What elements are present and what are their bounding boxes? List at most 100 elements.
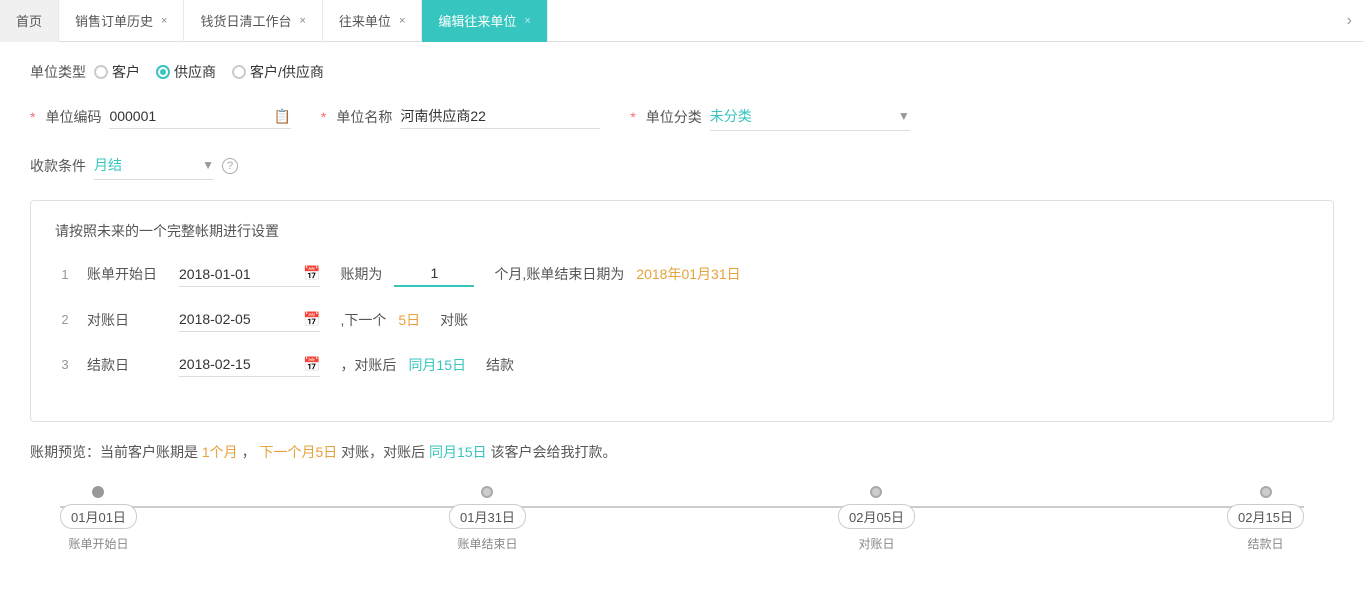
timeline-point-1: 01月01日 账单开始日 — [60, 486, 137, 552]
unit-category-dropdown[interactable]: 未分类 ▼ — [710, 102, 910, 131]
tab-edit-partner[interactable]: 编辑往来单位 × — [422, 0, 547, 42]
radio-supplier[interactable]: 供应商 — [156, 62, 216, 82]
period-desc-1a: 账期为 — [340, 264, 382, 284]
payment-terms-row: 收款条件 月结 ▼ ? — [30, 151, 1334, 180]
unit-code-picker-icon[interactable]: 📋 — [273, 108, 290, 125]
period-date-3-calendar-icon[interactable]: 📅 — [303, 356, 320, 373]
tab-home-label: 首页 — [16, 11, 42, 30]
radio-customer-circle — [94, 65, 108, 79]
unit-code-input-wrap: 📋 — [109, 104, 290, 129]
preview-prefix: 账期预览：当前客户账期是 — [30, 444, 198, 460]
preview-payment: 同月15日 — [429, 444, 487, 460]
timeline-label-3: 02月05日 — [838, 504, 915, 529]
unit-category-label: 单位分类 — [646, 107, 702, 127]
preview-sep1: ， — [242, 444, 256, 460]
period-desc-3b: 结款 — [486, 355, 514, 375]
period-end-date-highlight: 2018年01月31日 — [636, 264, 740, 284]
tab-cash-goods[interactable]: 钱货日清工作台 × — [184, 0, 322, 42]
radio-group: 客户 供应商 客户/供应商 — [94, 62, 324, 82]
period-label-1: 账单开始日 — [87, 264, 167, 284]
payment-terms-arrow-icon: ▼ — [202, 158, 214, 172]
tab-partner-unit[interactable]: 往来单位 × — [323, 0, 422, 42]
period-label-2: 对账日 — [87, 310, 167, 330]
period-desc-1b: 个月,账单结束日期为 — [494, 264, 624, 284]
tabs-bar: 首页 销售订单历史 × 钱货日清工作台 × 往来单位 × 编辑往来单位 × › — [0, 0, 1364, 42]
timeline-dot-2 — [481, 486, 493, 498]
unit-category-value: 未分类 — [710, 106, 894, 126]
period-desc-3a: ，对账后 — [340, 355, 396, 375]
tab-cash-goods-close[interactable]: × — [299, 15, 305, 27]
timeline-label-4: 02月15日 — [1227, 504, 1304, 529]
tab-home[interactable]: 首页 — [0, 0, 59, 42]
main-content: 单位类型 客户 供应商 客户/供应商 * 单位编码 — [0, 42, 1364, 608]
payment-terms-value: 月结 — [94, 155, 198, 175]
period-desc-2b: 对账 — [440, 310, 468, 330]
period-reconcile-day-highlight: 5日 — [398, 310, 420, 330]
period-date-1-calendar-icon[interactable]: 📅 — [303, 265, 320, 282]
period-date-3-wrap: 📅 — [179, 352, 320, 377]
radio-supplier-circle — [156, 65, 170, 79]
payment-terms-label: 收款条件 — [30, 156, 86, 176]
timeline-dot-4 — [1260, 486, 1272, 498]
tab-partner-unit-label: 往来单位 — [339, 11, 391, 30]
tab-cash-goods-label: 钱货日清工作台 — [200, 11, 291, 30]
payment-terms-help-icon[interactable]: ? — [222, 158, 238, 174]
radio-both[interactable]: 客户/供应商 — [232, 62, 324, 82]
period-date-1-wrap: 📅 — [179, 262, 320, 287]
radio-customer-label: 客户 — [112, 62, 140, 82]
preview-sep2: 对账，对账后 — [341, 444, 429, 460]
period-payment-day-highlight: 同月15日 — [408, 355, 466, 375]
timeline-sublabel-1: 账单开始日 — [68, 535, 128, 552]
unit-category-group: * 单位分类 未分类 ▼ — [630, 102, 909, 131]
radio-customer[interactable]: 客户 — [94, 62, 140, 82]
timeline-point-3: 02月05日 对账日 — [838, 486, 915, 552]
unit-code-group: * 单位编码 📋 — [30, 104, 291, 129]
unit-code-input[interactable] — [109, 104, 269, 128]
period-label-3: 结款日 — [87, 355, 167, 375]
period-desc-2a: ,下一个 — [340, 310, 386, 330]
period-setting-box: 请按照未来的一个完整帐期进行设置 1 账单开始日 📅 账期为 个月,账单结束日期… — [30, 200, 1334, 422]
timeline-label-2: 01月31日 — [449, 504, 526, 529]
unit-category-arrow-icon: ▼ — [898, 109, 910, 123]
tab-sales-order-history[interactable]: 销售订单历史 × — [59, 0, 184, 42]
timeline-dot-3 — [870, 486, 882, 498]
tabs-arrow[interactable]: › — [1335, 12, 1364, 30]
tab-edit-partner-label: 编辑往来单位 — [438, 11, 516, 30]
tab-edit-partner-close[interactable]: × — [524, 15, 530, 27]
radio-supplier-label: 供应商 — [174, 62, 216, 82]
tab-sales-order-history-close[interactable]: × — [161, 15, 167, 27]
timeline-sublabel-3: 对账日 — [858, 535, 894, 552]
unit-info-row: * 单位编码 📋 * 单位名称 * 单位分类 未分类 ▼ — [30, 102, 1334, 131]
period-months-input[interactable] — [394, 261, 474, 287]
period-row-1: 1 账单开始日 📅 账期为 个月,账单结束日期为 2018年01月31日 — [55, 261, 1309, 287]
payment-terms-group: 收款条件 月结 ▼ ? — [30, 151, 238, 180]
preview-suffix: 该客户会给我打款。 — [491, 444, 617, 460]
unit-type-label: 单位类型 — [30, 62, 86, 82]
timeline-sublabel-4: 结款日 — [1248, 535, 1284, 552]
preview-reconcile: 下一个月5日 — [259, 444, 337, 460]
unit-name-group: * 单位名称 — [321, 104, 600, 129]
radio-both-label: 客户/供应商 — [250, 62, 324, 82]
unit-type-group: 单位类型 客户 供应商 客户/供应商 — [30, 62, 324, 82]
timeline-section: 01月01日 账单开始日 01月31日 账单结束日 02月05日 对账日 02月… — [30, 486, 1334, 552]
unit-type-row: 单位类型 客户 供应商 客户/供应商 — [30, 62, 1334, 82]
timeline-points: 01月01日 账单开始日 01月31日 账单结束日 02月05日 对账日 02月… — [60, 486, 1304, 552]
timeline-dot-1 — [92, 486, 104, 498]
period-num-2: 2 — [55, 312, 75, 327]
unit-name-label: 单位名称 — [336, 107, 392, 127]
period-date-3-input[interactable] — [179, 352, 299, 376]
tab-sales-order-history-label: 销售订单历史 — [75, 11, 153, 30]
period-box-title: 请按照未来的一个完整帐期进行设置 — [55, 221, 1309, 241]
unit-code-label: 单位编码 — [45, 107, 101, 127]
period-num-1: 1 — [55, 267, 75, 282]
period-date-1-input[interactable] — [179, 262, 299, 286]
period-date-2-wrap: 📅 — [179, 307, 320, 332]
tab-partner-unit-close[interactable]: × — [399, 15, 405, 27]
period-date-2-calendar-icon[interactable]: 📅 — [303, 311, 320, 328]
period-date-2-input[interactable] — [179, 307, 299, 331]
period-row-2: 2 对账日 📅 ,下一个 5日 对账 — [55, 307, 1309, 332]
unit-name-input[interactable] — [400, 104, 600, 129]
timeline-point-4: 02月15日 结款日 — [1227, 486, 1304, 552]
payment-terms-dropdown[interactable]: 月结 ▼ — [94, 151, 214, 180]
timeline-sublabel-2: 账单结束日 — [457, 535, 517, 552]
